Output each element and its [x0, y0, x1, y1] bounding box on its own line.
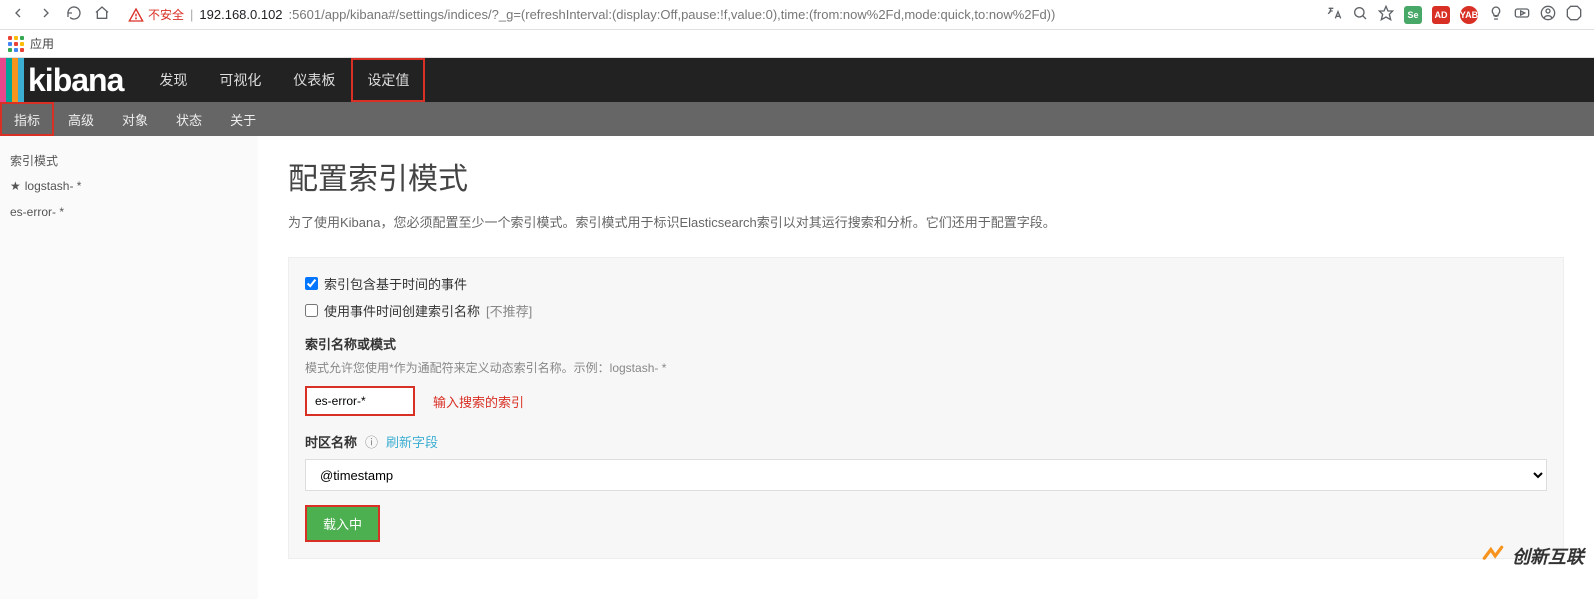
- watermark-text: 创新互联: [1512, 543, 1584, 569]
- tab-discover[interactable]: 发现: [143, 58, 203, 102]
- profile-icon[interactable]: [1540, 5, 1556, 24]
- index-pattern-annotation: 输入搜索的索引: [433, 392, 524, 411]
- index-name-label: 索引名称或模式: [305, 334, 1547, 353]
- sidebar-item-label: es-error- *: [10, 205, 64, 219]
- watermark-icon: [1480, 543, 1506, 569]
- info-icon[interactable]: ⓘ: [365, 432, 378, 451]
- ext-yab-icon[interactable]: YAB: [1460, 6, 1478, 24]
- timezone-label: 时区名称: [305, 432, 357, 451]
- sidebar: 索引模式 ★ logstash- * es-error- *: [0, 136, 258, 599]
- sidebar-header: 索引模式: [0, 148, 258, 173]
- create-button[interactable]: 载入中: [305, 505, 380, 542]
- sidebar-item-es-error[interactable]: es-error- *: [0, 199, 258, 225]
- bulb-icon[interactable]: [1488, 5, 1504, 24]
- ext-ad1-icon[interactable]: AD: [1432, 6, 1450, 24]
- url-host: 192.168.0.102: [199, 7, 282, 22]
- bookmarks-bar: 应用: [0, 30, 1594, 58]
- address-bar[interactable]: 不安全 | 192.168.0.102 :5601/app/kibana#/set…: [124, 6, 1316, 23]
- reload-icon[interactable]: [66, 5, 82, 24]
- ext-se-icon[interactable]: Se: [1404, 6, 1422, 24]
- insecure-warning: 不安全: [128, 6, 184, 23]
- refresh-fields-link[interactable]: 刷新字段: [386, 432, 438, 451]
- subtab-advanced[interactable]: 高级: [54, 102, 108, 136]
- search-icon[interactable]: [1352, 5, 1368, 24]
- checkbox-event-time-name-hint: [不推荐]: [486, 301, 532, 320]
- checkbox-time-based-input[interactable]: [305, 277, 318, 290]
- checkbox-event-time-name-input[interactable]: [305, 304, 318, 317]
- subtab-indices[interactable]: 指标: [0, 102, 54, 136]
- star-icon[interactable]: [1378, 5, 1394, 24]
- checkbox-event-time-name[interactable]: 使用事件时间创建索引名称 [不推荐]: [305, 301, 1547, 320]
- translate-icon[interactable]: [1326, 5, 1342, 24]
- back-icon[interactable]: [10, 5, 26, 24]
- subtab-status[interactable]: 状态: [162, 102, 216, 136]
- checkbox-time-based-label: 索引包含基于时间的事件: [324, 274, 467, 293]
- page-title: 配置索引模式: [288, 154, 1564, 198]
- subtab-about[interactable]: 关于: [216, 102, 270, 136]
- forward-icon[interactable]: [38, 5, 54, 24]
- page-description: 为了使用Kibana，您必须配置至少一个索引模式。索引模式用于标识Elastic…: [288, 212, 1564, 231]
- checkbox-time-based[interactable]: 索引包含基于时间的事件: [305, 274, 1547, 293]
- tab-settings[interactable]: 设定值: [351, 58, 425, 102]
- index-pattern-form: 索引包含基于时间的事件 使用事件时间创建索引名称 [不推荐] 索引名称或模式 模…: [288, 257, 1564, 559]
- subtab-objects[interactable]: 对象: [108, 102, 162, 136]
- tab-dashboard[interactable]: 仪表板: [277, 58, 351, 102]
- warning-triangle-icon: [128, 7, 144, 23]
- logo-stripes-icon: [0, 58, 24, 102]
- apps-grid-icon[interactable]: [8, 36, 24, 52]
- timezone-select[interactable]: @timestamp: [305, 459, 1547, 491]
- main-content: 配置索引模式 为了使用Kibana，您必须配置至少一个索引模式。索引模式用于标识…: [258, 136, 1594, 599]
- kibana-topbar: kibana 发现 可视化 仪表板 设定值: [0, 58, 1594, 102]
- watermark-badge: 创新互联: [1480, 543, 1584, 569]
- index-pattern-input[interactable]: [305, 386, 415, 416]
- url-separator: |: [190, 7, 193, 22]
- apps-label[interactable]: 应用: [30, 35, 54, 52]
- checkbox-event-time-name-label: 使用事件时间创建索引名称: [324, 301, 480, 320]
- url-path: :5601/app/kibana#/settings/indices/?_g=(…: [289, 7, 1056, 22]
- star-icon: ★: [10, 179, 21, 193]
- sidebar-item-label: logstash- *: [25, 179, 82, 193]
- kibana-logo[interactable]: kibana: [0, 58, 143, 102]
- kibana-subnav: 指标 高级 对象 状态 关于: [0, 102, 1594, 136]
- ext-adblock-icon[interactable]: [1566, 5, 1582, 24]
- browser-toolbar: 不安全 | 192.168.0.102 :5601/app/kibana#/set…: [0, 0, 1594, 30]
- youtube-icon[interactable]: [1514, 5, 1530, 24]
- sidebar-item-logstash[interactable]: ★ logstash- *: [0, 173, 258, 199]
- tab-visualize[interactable]: 可视化: [203, 58, 277, 102]
- insecure-label: 不安全: [148, 6, 184, 23]
- index-name-sublabel: 模式允许您使用*作为通配符来定义动态索引名称。示例：logstash- *: [305, 359, 1547, 376]
- logo-text: kibana: [28, 62, 123, 99]
- home-icon[interactable]: [94, 5, 110, 24]
